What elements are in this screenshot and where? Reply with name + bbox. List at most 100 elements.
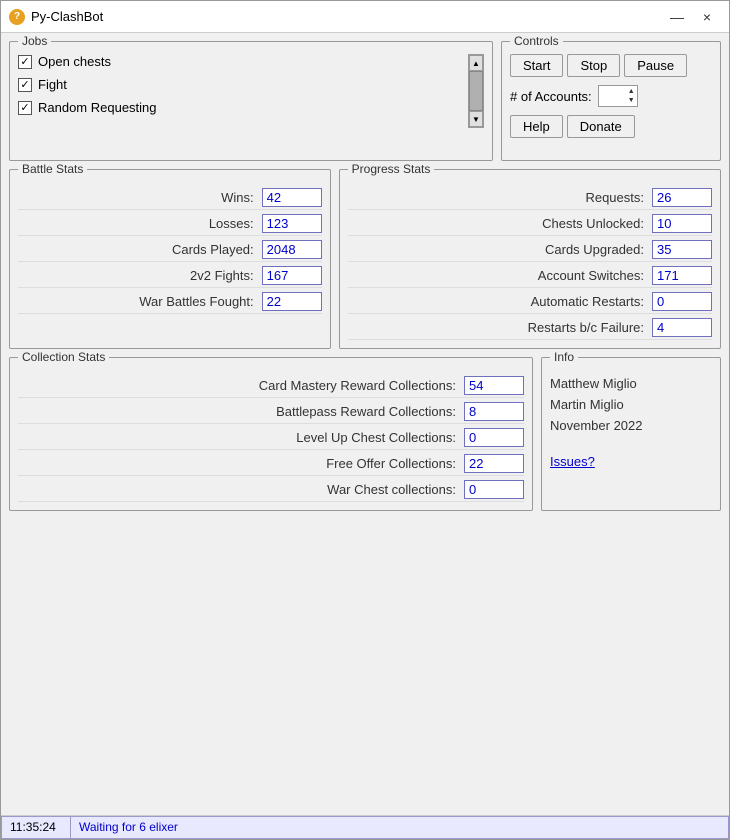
2v2-fights-label: 2v2 Fights: bbox=[190, 268, 254, 283]
battle-stats-grid: Wins: 42 Losses: 123 Cards Played: 2048 … bbox=[18, 186, 322, 314]
free-offer-value: 22 bbox=[464, 454, 524, 473]
start-button[interactable]: Start bbox=[510, 54, 563, 77]
jobs-list: Open chests Fight Random Requesting bbox=[18, 54, 464, 128]
info-group-title: Info bbox=[550, 350, 578, 364]
war-battles-label: War Battles Fought: bbox=[139, 294, 253, 309]
scrollbar-down-button[interactable]: ▼ bbox=[469, 111, 483, 127]
2v2-fights-value: 167 bbox=[262, 266, 322, 285]
scrollbar-up-button[interactable]: ▲ bbox=[469, 55, 483, 71]
level-up-label: Level Up Chest Collections: bbox=[296, 430, 456, 445]
minimize-button[interactable]: — bbox=[663, 6, 691, 28]
random-requesting-label: Random Requesting bbox=[38, 100, 157, 115]
free-offer-label: Free Offer Collections: bbox=[326, 456, 456, 471]
status-time: 11:35:24 bbox=[1, 816, 71, 839]
account-switches-label: Account Switches: bbox=[538, 268, 644, 283]
table-row: Requests: 26 bbox=[348, 186, 712, 210]
table-row: Losses: 123 bbox=[18, 212, 322, 236]
progress-stats-grid: Requests: 26 Chests Unlocked: 10 Cards U… bbox=[348, 186, 712, 340]
open-chests-label: Open chests bbox=[38, 54, 111, 69]
cards-upgraded-label: Cards Upgraded: bbox=[545, 242, 644, 257]
collection-stats-title: Collection Stats bbox=[18, 350, 109, 364]
title-bar-left: ? Py-ClashBot bbox=[9, 9, 103, 25]
fight-label: Fight bbox=[38, 77, 67, 92]
jobs-content: Open chests Fight Random Requesting ▲ bbox=[18, 54, 484, 128]
chests-unlocked-label: Chests Unlocked: bbox=[542, 216, 644, 231]
table-row: Card Mastery Reward Collections: 54 bbox=[18, 374, 524, 398]
accounts-spinner[interactable]: ▲ ▼ bbox=[628, 87, 635, 105]
table-row: Automatic Restarts: 0 bbox=[348, 290, 712, 314]
collection-stats-group: Collection Stats Card Mastery Reward Col… bbox=[9, 357, 533, 511]
cards-played-label: Cards Played: bbox=[172, 242, 254, 257]
controls-group-title: Controls bbox=[510, 34, 563, 48]
requests-value: 26 bbox=[652, 188, 712, 207]
help-donate-row: Help Donate bbox=[510, 115, 712, 138]
list-item: Random Requesting bbox=[18, 100, 464, 115]
list-item: Open chests bbox=[18, 54, 464, 69]
requests-label: Requests: bbox=[585, 190, 644, 205]
table-row: Chests Unlocked: 10 bbox=[348, 212, 712, 236]
accounts-input[interactable]: ▲ ▼ bbox=[598, 85, 638, 107]
battle-stats-title: Battle Stats bbox=[18, 162, 87, 176]
level-up-value: 0 bbox=[464, 428, 524, 447]
auto-restarts-label: Automatic Restarts: bbox=[531, 294, 644, 309]
status-bar: 11:35:24 Waiting for 6 elixer bbox=[1, 815, 729, 839]
close-button[interactable]: × bbox=[693, 6, 721, 28]
fight-checkbox[interactable] bbox=[18, 78, 32, 92]
accounts-row: # of Accounts: ▲ ▼ bbox=[510, 85, 712, 107]
info-line-2: Martin Miglio bbox=[550, 395, 712, 416]
progress-stats-group: Progress Stats Requests: 26 Chests Unloc… bbox=[339, 169, 721, 349]
card-mastery-value: 54 bbox=[464, 376, 524, 395]
table-row: War Battles Fought: 22 bbox=[18, 290, 322, 314]
auto-restarts-value: 0 bbox=[652, 292, 712, 311]
battle-stats-group: Battle Stats Wins: 42 Losses: 123 Cards … bbox=[9, 169, 331, 349]
table-row: Free Offer Collections: 22 bbox=[18, 452, 524, 476]
info-line-1: Matthew Miglio bbox=[550, 374, 712, 395]
main-window: ? Py-ClashBot — × Jobs Open chests bbox=[0, 0, 730, 840]
accounts-label: # of Accounts: bbox=[510, 89, 592, 104]
losses-label: Losses: bbox=[209, 216, 254, 231]
table-row: War Chest collections: 0 bbox=[18, 478, 524, 502]
donate-button[interactable]: Donate bbox=[567, 115, 635, 138]
card-mastery-label: Card Mastery Reward Collections: bbox=[259, 378, 456, 393]
help-button[interactable]: Help bbox=[510, 115, 563, 138]
info-content: Matthew Miglio Martin Miglio November 20… bbox=[550, 374, 712, 473]
jobs-group-title: Jobs bbox=[18, 34, 51, 48]
title-bar-controls: — × bbox=[663, 6, 721, 28]
war-chest-value: 0 bbox=[464, 480, 524, 499]
middle-row: Battle Stats Wins: 42 Losses: 123 Cards … bbox=[9, 169, 721, 349]
restarts-failure-value: 4 bbox=[652, 318, 712, 337]
random-requesting-checkbox[interactable] bbox=[18, 101, 32, 115]
table-row: Account Switches: 171 bbox=[348, 264, 712, 288]
table-row: Battlepass Reward Collections: 8 bbox=[18, 400, 524, 424]
battlepass-value: 8 bbox=[464, 402, 524, 421]
spinner-down-icon[interactable]: ▼ bbox=[628, 96, 635, 105]
pause-button[interactable]: Pause bbox=[624, 54, 687, 77]
chests-unlocked-value: 10 bbox=[652, 214, 712, 233]
info-line-3: November 2022 bbox=[550, 416, 712, 437]
collection-stats-grid: Card Mastery Reward Collections: 54 Batt… bbox=[18, 374, 524, 502]
table-row: Cards Played: 2048 bbox=[18, 238, 322, 262]
list-item: Fight bbox=[18, 77, 464, 92]
stop-button[interactable]: Stop bbox=[567, 54, 620, 77]
battlepass-label: Battlepass Reward Collections: bbox=[276, 404, 456, 419]
table-row: 2v2 Fights: 167 bbox=[18, 264, 322, 288]
spinner-up-icon[interactable]: ▲ bbox=[628, 87, 635, 96]
scrollbar-track bbox=[469, 71, 483, 111]
open-chests-checkbox[interactable] bbox=[18, 55, 32, 69]
jobs-scrollbar[interactable]: ▲ ▼ bbox=[468, 54, 484, 128]
top-row: Jobs Open chests Fight Rando bbox=[9, 41, 721, 161]
wins-label: Wins: bbox=[221, 190, 254, 205]
issues-link[interactable]: Issues? bbox=[550, 452, 712, 473]
table-row: Wins: 42 bbox=[18, 186, 322, 210]
window-content: Jobs Open chests Fight Rando bbox=[1, 33, 729, 815]
war-battles-value: 22 bbox=[262, 292, 322, 311]
title-bar: ? Py-ClashBot — × bbox=[1, 1, 729, 33]
losses-value: 123 bbox=[262, 214, 322, 233]
cards-played-value: 2048 bbox=[262, 240, 322, 259]
scrollbar-thumb[interactable] bbox=[469, 71, 483, 111]
progress-stats-title: Progress Stats bbox=[348, 162, 435, 176]
cards-upgraded-value: 35 bbox=[652, 240, 712, 259]
restarts-failure-label: Restarts b/c Failure: bbox=[528, 320, 644, 335]
info-group: Info Matthew Miglio Martin Miglio Novemb… bbox=[541, 357, 721, 511]
title-bar-title: Py-ClashBot bbox=[31, 9, 103, 24]
